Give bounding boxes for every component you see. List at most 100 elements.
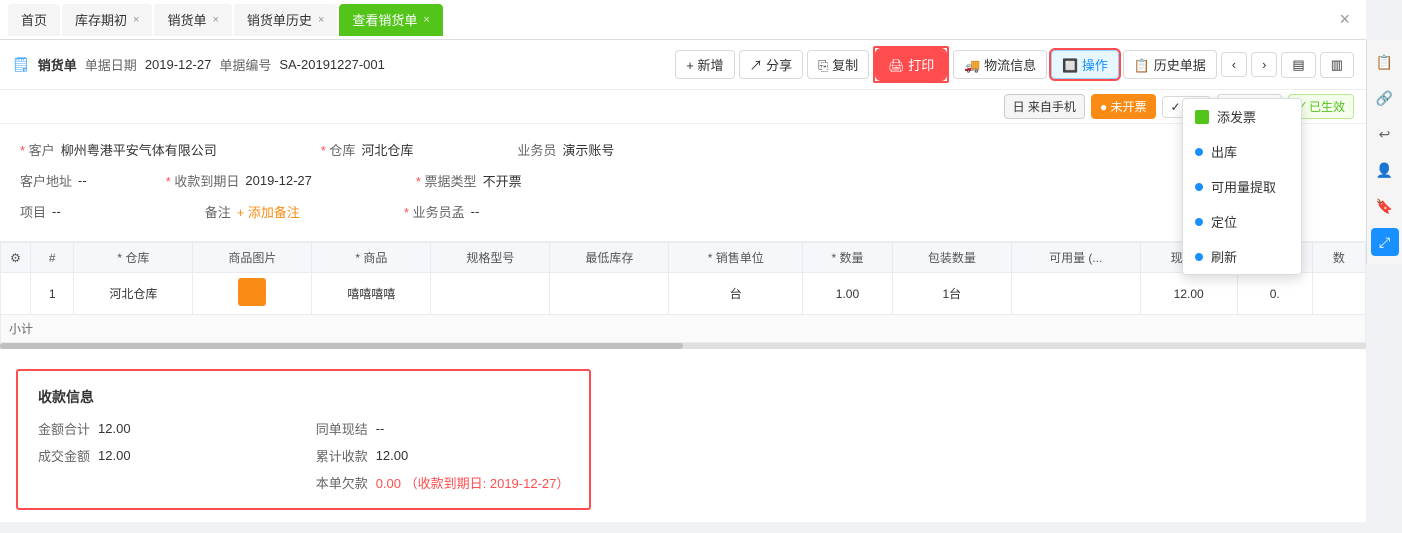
add-remark-button[interactable]: + 添加备注 <box>237 202 300 221</box>
tab-home-label: 首页 <box>21 10 47 29</box>
td-unit-price: 0. <box>1237 273 1312 315</box>
tab-view-sales-label: 查看销货单 <box>352 10 417 29</box>
sidebar-icon-undo[interactable]: ↩ <box>1371 120 1399 148</box>
table-header-row: ⚙ # * 仓库 商品图片 * 商品 规格型号 最低库存 * 销售单位 * 数量… <box>1 243 1366 273</box>
th-product-img: 商品图片 <box>193 243 312 273</box>
prev-button[interactable]: ‹ <box>1221 52 1247 77</box>
tab-sales-order-close[interactable]: × <box>212 14 218 26</box>
share-button[interactable]: ↗ 分享 <box>739 50 804 79</box>
th-quantity: * 数量 <box>803 243 893 273</box>
same-order-value: -- <box>376 421 385 436</box>
td-gear <box>1 273 31 315</box>
table-row: 1 河北仓库 嘻嘻嘻嘻 台 1.00 1台 12.00 0. <box>1 273 1366 315</box>
print-button[interactable]: 🖨 打印 <box>877 50 945 79</box>
subtotal-cell: 小计 <box>1 315 1366 343</box>
cumulative-receipt-value: 12.00 <box>376 448 409 463</box>
current-arrears-label: 本单欠款 <box>316 473 368 492</box>
th-min-stock: 最低库存 <box>550 243 669 273</box>
quantity-extract-item[interactable]: 可用量提取 <box>1183 169 1301 204</box>
ticket-type-value: 不开票 <box>483 171 522 190</box>
quantity-extract-label: 可用量提取 <box>1211 177 1276 196</box>
locate-icon <box>1195 218 1203 226</box>
toolbar-actions: + 新增 ↗ 分享 ⎘ 复制 🖨 打印 🚚 物流信息 🔲 操作 📋 历史单据 ‹… <box>675 46 1354 83</box>
remark-label: 备注 <box>205 202 231 221</box>
form-row-3: 项目 -- 备注 + 添加备注 业务员孟 -- <box>20 202 1346 221</box>
subtotal-row: 小计 <box>1 315 1366 343</box>
current-arrears-value: 0.00 （收款到期日: 2019-12-27） <box>376 473 570 492</box>
same-order-label: 同单现结 <box>316 419 368 438</box>
tab-inventory-init-close[interactable]: × <box>133 14 139 26</box>
th-pack-qty: 包装数量 <box>892 243 1011 273</box>
locate-label: 定位 <box>1211 212 1237 231</box>
customer-value: 柳州粤港平安气体有限公司 <box>61 140 217 159</box>
main-toolbar: 🗒 销货单 单据日期 2019-12-27 单据编号 SA-20191227-0… <box>0 40 1366 90</box>
grid-view2-button[interactable]: ▥ <box>1320 52 1354 78</box>
tab-sales-order[interactable]: 销货单 × <box>154 4 231 36</box>
outbound-label: 出库 <box>1211 142 1237 161</box>
logistics-button[interactable]: 🚚 物流信息 <box>953 50 1047 79</box>
payment-date-value: 2019-12-27 <box>245 173 312 188</box>
tab-home[interactable]: 首页 <box>8 4 60 36</box>
project-field: 项目 -- <box>20 202 61 221</box>
outbound-item[interactable]: 出库 <box>1183 134 1301 169</box>
history-button[interactable]: 📋 历史单据 <box>1123 50 1217 79</box>
tab-inventory-init-label: 库存期初 <box>75 10 127 29</box>
cumulative-receipt-row: 累计收款 12.00 <box>316 446 570 465</box>
tab-sales-history[interactable]: 销货单历史 × <box>234 4 337 36</box>
from-phone-button[interactable]: 日 来自手机 <box>1004 94 1085 119</box>
product-image <box>238 278 266 306</box>
address-label: 客户地址 <box>20 171 72 190</box>
arrears-note: （收款到期日: 2019-12-27） <box>405 476 570 491</box>
warehouse-label: 仓库 <box>321 140 356 159</box>
tab-view-sales[interactable]: 查看销货单 × <box>339 4 442 36</box>
next-button[interactable]: › <box>1251 52 1277 77</box>
copy-button[interactable]: ⎘ 复制 <box>807 50 869 79</box>
td-available <box>1011 273 1140 315</box>
window-close-button[interactable]: × <box>1331 9 1358 30</box>
th-product: * 商品 <box>312 243 431 273</box>
sidebar-icon-doc[interactable]: 📋 <box>1371 48 1399 76</box>
add-invoice-item[interactable]: 添发票 <box>1183 99 1301 134</box>
tab-sales-history-close[interactable]: × <box>318 14 324 26</box>
doc-info: 🗒 销货单 单据日期 2019-12-27 单据编号 SA-20191227-0… <box>12 55 385 74</box>
tab-inventory-init[interactable]: 库存期初 × <box>62 4 152 36</box>
th-num: # <box>31 243 74 273</box>
th-spec: 规格型号 <box>431 243 550 273</box>
form-row-2: 客户地址 -- 收款到期日 2019-12-27 票据类型 不开票 <box>20 171 1346 190</box>
amount-total-row: 金额合计 12.00 <box>38 419 292 438</box>
sidebar-icon-bookmark[interactable]: 🔖 <box>1371 192 1399 220</box>
payment-section: 收款信息 金额合计 12.00 同单现结 -- 成交金额 12.00 累计收款 … <box>16 369 591 510</box>
td-sales-unit: 台 <box>669 273 803 315</box>
staff-label: 业务员 <box>517 140 556 159</box>
sidebar-icon-user[interactable]: 👤 <box>1371 156 1399 184</box>
th-sales-unit: * 销售单位 <box>669 243 803 273</box>
warehouse-field: 仓库 河北仓库 <box>321 140 414 159</box>
horizontal-scrollbar[interactable] <box>0 343 1366 349</box>
product-table-wrapper: ⚙ # * 仓库 商品图片 * 商品 规格型号 最低库存 * 销售单位 * 数量… <box>0 242 1366 349</box>
customer-label: 客户 <box>20 140 55 159</box>
sidebar-icon-link[interactable]: 🔗 <box>1371 84 1399 112</box>
td-pack-qty: 1台 <box>892 273 1011 315</box>
staff2-field: 业务员孟 -- <box>404 202 479 221</box>
customer-field: 客户 柳州粤港平安气体有限公司 <box>20 140 217 159</box>
ticket-type-label: 票据类型 <box>416 171 477 190</box>
operations-button[interactable]: 🔲 操作 <box>1051 50 1119 79</box>
right-sidebar: 📋 🔗 ↩ 👤 🔖 ⤢ <box>1366 40 1402 264</box>
grid-view1-button[interactable]: ▤ <box>1281 52 1315 78</box>
refresh-item[interactable]: 刷新 <box>1183 239 1301 274</box>
transaction-amount-label: 成交金额 <box>38 446 90 465</box>
new-button[interactable]: + 新增 <box>675 50 734 79</box>
warehouse-value: 河北仓库 <box>361 140 413 159</box>
same-order-row: 同单现结 -- <box>316 419 570 438</box>
sidebar-icon-expand[interactable]: ⤢ <box>1371 228 1399 256</box>
print-highlight: 🖨 打印 <box>873 46 949 83</box>
ticket-type-field: 票据类型 不开票 <box>416 171 522 190</box>
td-more <box>1312 273 1365 315</box>
not-opened-button[interactable]: ● 未开票 <box>1091 94 1156 119</box>
operations-dropdown: 添发票 出库 可用量提取 定位 刷新 <box>1182 98 1302 275</box>
date-value: 2019-12-27 <box>145 57 212 72</box>
locate-item[interactable]: 定位 <box>1183 204 1301 239</box>
outbound-icon <box>1195 148 1203 156</box>
tab-view-sales-close[interactable]: × <box>423 14 429 26</box>
payment-date-field: 收款到期日 2019-12-27 <box>166 171 312 190</box>
